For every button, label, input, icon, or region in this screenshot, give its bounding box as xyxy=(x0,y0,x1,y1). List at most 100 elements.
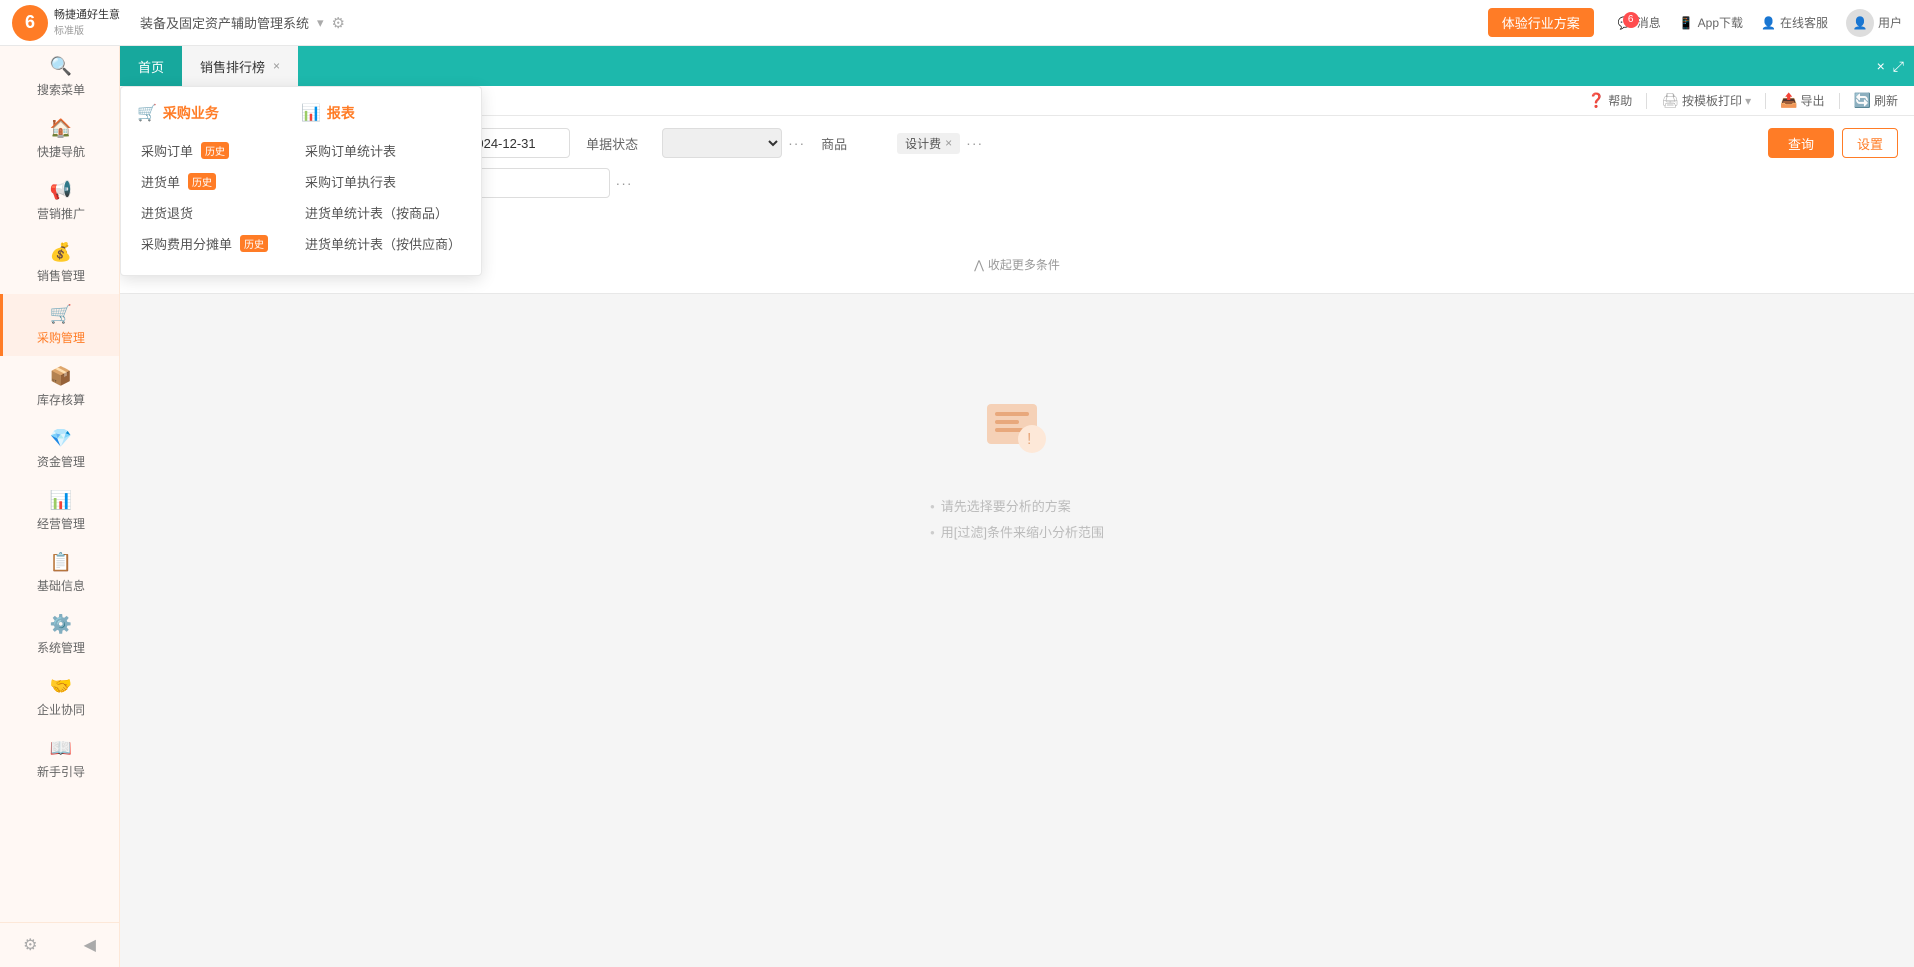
purchase-return-label: 进货退货 xyxy=(141,203,193,222)
empty-illustration: ! xyxy=(967,374,1067,474)
help-icon: ❓ xyxy=(1588,92,1605,109)
tab-close-all-icon[interactable]: × xyxy=(1877,58,1885,74)
sidebar-item-system[interactable]: ⚙️ 系统管理 xyxy=(0,604,119,666)
dropdown-item-purchase-order[interactable]: 采购订单 历史 xyxy=(137,135,277,166)
report-item-2-label: 进货单统计表（按商品） xyxy=(305,203,448,222)
goods-tag-close[interactable]: × xyxy=(945,136,952,150)
sidebar-bottom: ⚙ ◀ xyxy=(0,922,119,967)
topbar: 6 畅捷通好生意 标准版 装备及固定资产辅助管理系统 ▾ ⚙ 体验行业方案 💬 … xyxy=(0,0,1914,46)
topbar-actions: 体验行业方案 xyxy=(1488,8,1594,37)
sidebar-item-enterprise[interactable]: 🤝 企业协同 xyxy=(0,666,119,728)
purchase-order-label: 采购订单 xyxy=(141,141,193,160)
sidebar-item-operation[interactable]: 📊 经营管理 xyxy=(0,480,119,542)
dropdown-item-report-1[interactable]: 采购订单执行表 xyxy=(301,166,465,197)
tab-close-icon[interactable]: × xyxy=(273,59,280,73)
tab-bar-right: × ⤢ xyxy=(1877,58,1914,75)
user-menu-button[interactable]: 👤 用户 xyxy=(1846,9,1902,37)
dropdown-item-purchase-receipt[interactable]: 进货单 历史 xyxy=(137,166,277,197)
sidebar-item-label: 资金管理 xyxy=(37,453,85,470)
sidebar-item-label: 基础信息 xyxy=(37,577,85,594)
status-dots[interactable]: ··· xyxy=(788,135,805,151)
purchase-business-col: 🛒 采购业务 采购订单 历史 进货单 历史 进货退货 xyxy=(137,103,277,259)
dropdown-arrow-icon[interactable]: ▾ xyxy=(317,15,324,31)
report-item-3-label: 进货单统计表（按供应商） xyxy=(305,234,461,253)
refresh-button[interactable]: 🔄 刷新 xyxy=(1854,92,1898,109)
sidebar-item-marketing[interactable]: 📢 营销推广 xyxy=(0,170,119,232)
system-name: 装备及固定资产辅助管理系统 xyxy=(140,13,309,32)
tab-bar: 首页 销售排行榜 × 🛒 采购业务 采购订单 历史 xyxy=(120,46,1914,86)
sidebar-item-quick-nav[interactable]: 🏠 快捷导航 xyxy=(0,108,119,170)
basic-info-icon: 📋 xyxy=(50,552,72,573)
logo-subtitle: 标准版 xyxy=(54,22,120,37)
empty-state: ! 请先选择要分析的方案 用[过滤]条件来缩小分析范围 xyxy=(120,294,1914,626)
settings-icon[interactable]: ⚙ xyxy=(332,14,345,32)
tab-home[interactable]: 首页 xyxy=(120,46,182,86)
mobile-icon: 📱 xyxy=(1679,16,1694,30)
tab-sales-rank-label: 销售排行榜 xyxy=(200,57,265,76)
print-dropdown-icon[interactable]: ▾ xyxy=(1745,94,1751,108)
dropdown-item-report-2[interactable]: 进货单统计表（按商品） xyxy=(301,197,465,228)
collapse-icon: ⋀ xyxy=(974,258,984,272)
salesman-control: ··· xyxy=(460,168,633,198)
goods-control: 设计费 × ··· xyxy=(897,133,983,154)
dropdown-item-report-3[interactable]: 进货单统计表（按供应商） xyxy=(301,228,465,259)
avatar: 👤 xyxy=(1846,9,1874,37)
set-button[interactable]: 设置 xyxy=(1842,128,1898,158)
toolbar-divider-2 xyxy=(1765,93,1766,109)
dropdown-item-purchase-return[interactable]: 进货退货 xyxy=(137,197,277,228)
sidebar-item-inventory[interactable]: 📦 库存核算 xyxy=(0,356,119,418)
goods-tag-text: 设计费 xyxy=(905,135,941,152)
sidebar-collapse-button[interactable]: ◀ xyxy=(84,935,96,955)
purchase-business-title: 🛒 采购业务 xyxy=(137,103,277,123)
purchase-fee-label: 采购费用分摊单 xyxy=(141,234,232,253)
operation-icon: 📊 xyxy=(50,490,72,511)
online-service-label: 在线客服 xyxy=(1780,14,1828,31)
svg-text:!: ! xyxy=(1027,431,1031,448)
app-download-label: App下载 xyxy=(1698,14,1743,31)
sidebar-item-sales[interactable]: 💰 销售管理 xyxy=(0,232,119,294)
salesman-input[interactable] xyxy=(460,168,610,198)
industry-solution-button[interactable]: 体验行业方案 xyxy=(1488,8,1594,37)
sidebar-item-label: 销售管理 xyxy=(37,267,85,284)
report-col: 📊 报表 采购订单统计表 采购订单执行表 进货单统计表（按商品） 进货单统计表（… xyxy=(301,103,465,259)
goods-dots[interactable]: ··· xyxy=(966,135,983,151)
purchase-col-icon: 🛒 xyxy=(137,103,157,123)
app-download-button[interactable]: 📱 App下载 xyxy=(1679,14,1743,31)
online-service-button[interactable]: 👤 在线客服 xyxy=(1761,14,1828,31)
sidebar-item-label: 营销推广 xyxy=(37,205,85,222)
dropdown-item-purchase-fee[interactable]: 采购费用分摊单 历史 xyxy=(137,228,277,259)
export-button[interactable]: 📤 导出 xyxy=(1780,92,1824,109)
sidebar-item-label: 系统管理 xyxy=(37,639,85,656)
dropdown-item-report-0[interactable]: 采购订单统计表 xyxy=(301,135,465,166)
report-col-title-text: 报表 xyxy=(327,103,355,123)
sidebar-item-capital[interactable]: 💎 资金管理 xyxy=(0,418,119,480)
query-button[interactable]: 查询 xyxy=(1768,128,1834,158)
inventory-icon: 📦 xyxy=(50,366,72,387)
sidebar-item-label: 采购管理 xyxy=(37,329,85,346)
sidebar-item-label: 快捷导航 xyxy=(37,143,85,160)
capital-icon: 💎 xyxy=(50,428,72,449)
message-button[interactable]: 💬 6 消息 xyxy=(1618,14,1661,31)
goods-filter-label: 商品 xyxy=(821,134,881,153)
sales-icon: 💰 xyxy=(50,242,72,263)
logo-icon: 6 xyxy=(12,5,48,41)
logo-area: 6 畅捷通好生意 标准版 xyxy=(12,5,132,41)
sidebar-item-purchase[interactable]: 🛒 采购管理 xyxy=(0,294,119,356)
history-badge-3: 历史 xyxy=(240,235,268,252)
sidebar-item-guide[interactable]: 📖 新手引导 xyxy=(0,728,119,790)
content-area: 首页 销售排行榜 × 🛒 采购业务 采购订单 历史 xyxy=(120,46,1914,967)
status-select[interactable] xyxy=(662,128,782,158)
logo-title: 畅捷通好生意 xyxy=(54,8,120,22)
sidebar-item-basic-info[interactable]: 📋 基础信息 xyxy=(0,542,119,604)
tab-sales-rank[interactable]: 销售排行榜 × xyxy=(182,46,298,86)
sidebar-item-label: 库存核算 xyxy=(37,391,85,408)
salesman-dots[interactable]: ··· xyxy=(616,175,633,191)
user-label: 用户 xyxy=(1878,14,1902,31)
export-icon: 📤 xyxy=(1780,92,1797,109)
sidebar-settings-button[interactable]: ⚙ xyxy=(23,935,37,955)
print-button[interactable]: 🖨 按模板打印 ▾ xyxy=(1661,92,1751,109)
tab-maximize-icon[interactable]: ⤢ xyxy=(1893,58,1904,75)
system-title-area: 装备及固定资产辅助管理系统 ▾ ⚙ xyxy=(140,13,1488,32)
sidebar-item-search[interactable]: 🔍 搜索菜单 xyxy=(0,46,119,108)
help-button[interactable]: ❓ 帮助 xyxy=(1588,92,1632,109)
